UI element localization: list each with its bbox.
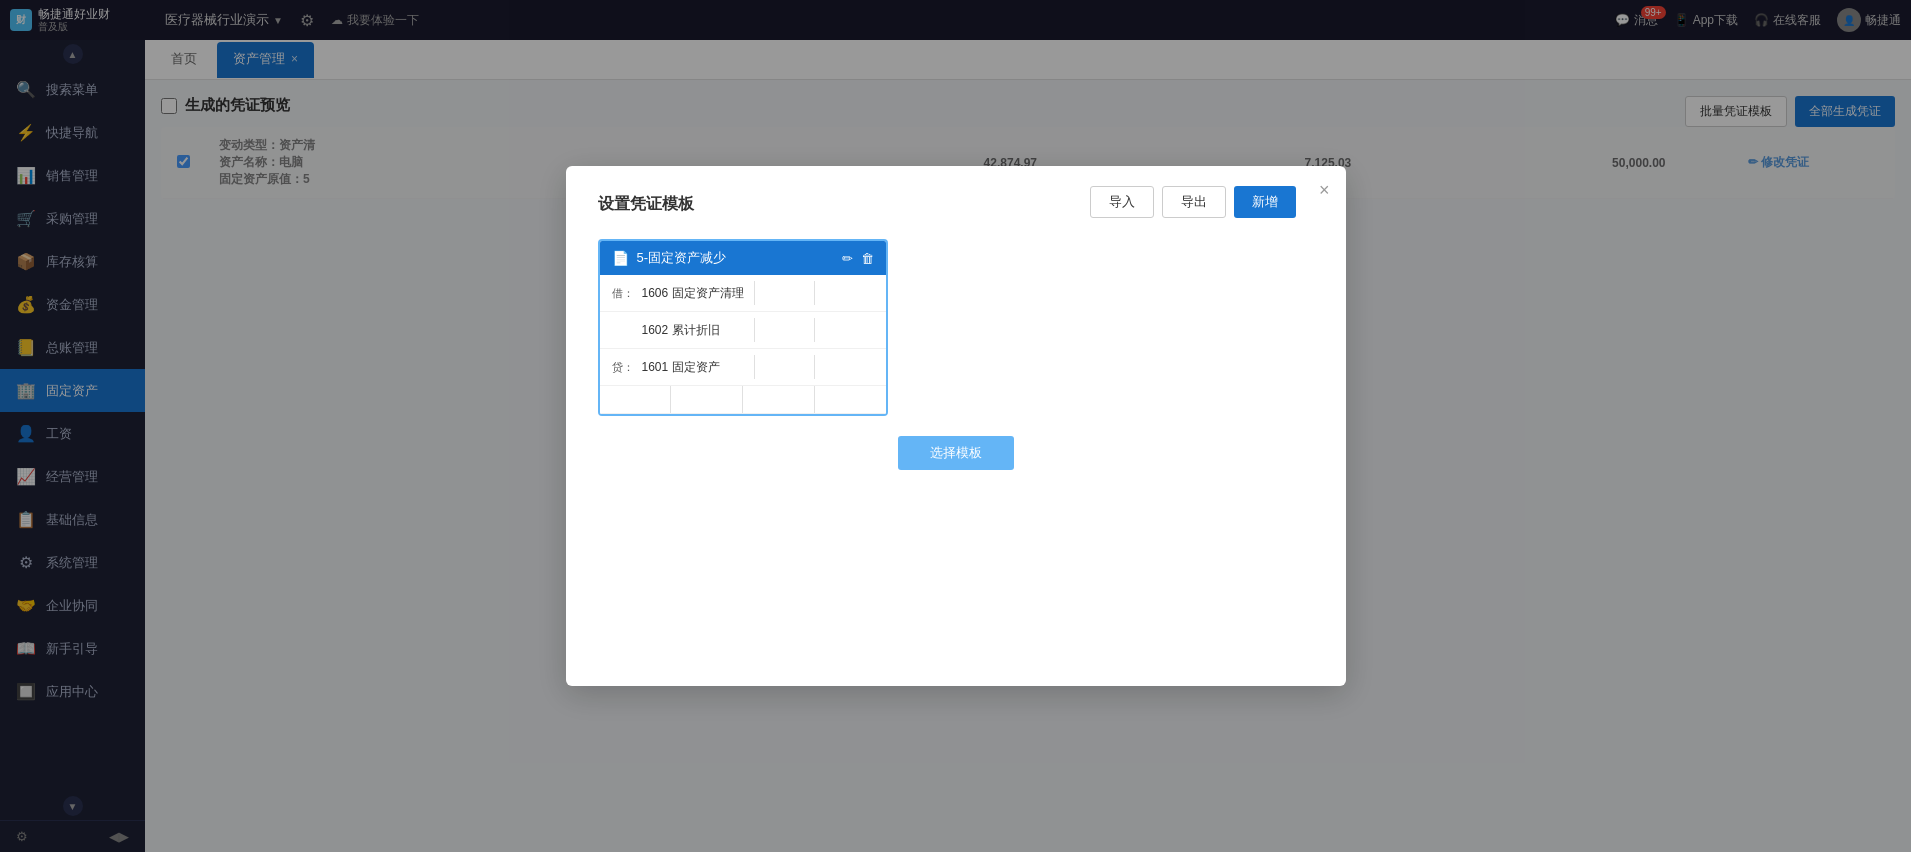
- empty-col-1: [600, 386, 672, 413]
- template-doc-icon: 📄: [612, 250, 629, 266]
- import-button[interactable]: 导入: [1090, 186, 1154, 218]
- template-entry-3: 贷： 1601 固定资产: [600, 349, 886, 386]
- entry-col-credit-3: [814, 355, 874, 379]
- entry-col-credit-1: [814, 281, 874, 305]
- modal-dialog: 设置凭证模板 × 导入 导出 新增 📄 5-固定资产减少 ✏ 🗑 借： 160: [566, 166, 1346, 686]
- export-button[interactable]: 导出: [1162, 186, 1226, 218]
- modal-actions: 导入 导出 新增: [1090, 186, 1296, 218]
- empty-col-4: [815, 386, 886, 413]
- entry-account-1: 1606 固定资产清理: [642, 285, 754, 302]
- template-card-actions: ✏ 🗑: [842, 251, 874, 266]
- empty-col-3: [743, 386, 815, 413]
- entry-col-debit-3: [754, 355, 814, 379]
- delete-template-icon[interactable]: 🗑: [861, 251, 874, 266]
- entry-account-2: 1602 累计折旧: [642, 322, 754, 339]
- entry-account-3: 1601 固定资产: [642, 359, 754, 376]
- entry-col-debit-2: [754, 318, 814, 342]
- template-entry-2: 1602 累计折旧: [600, 312, 886, 349]
- entry-cols-2: [754, 318, 874, 342]
- entry-direction-1: 借：: [612, 286, 642, 301]
- modal-close-button[interactable]: ×: [1319, 180, 1330, 201]
- template-body: 借： 1606 固定资产清理 1602 累计折旧 贷：: [600, 275, 886, 414]
- template-card-header: 📄 5-固定资产减少 ✏ 🗑: [600, 241, 886, 275]
- select-template-button[interactable]: 选择模板: [898, 436, 1014, 470]
- template-name: 5-固定资产减少: [637, 249, 834, 267]
- entry-direction-3: 贷：: [612, 360, 642, 375]
- new-template-button[interactable]: 新增: [1234, 186, 1296, 218]
- template-entry-1: 借： 1606 固定资产清理: [600, 275, 886, 312]
- entry-cols-3: [754, 355, 874, 379]
- empty-col-2: [671, 386, 743, 413]
- template-empty-row: [600, 386, 886, 414]
- entry-cols-1: [754, 281, 874, 305]
- entry-col-credit-2: [814, 318, 874, 342]
- template-card: 📄 5-固定资产减少 ✏ 🗑 借： 1606 固定资产清理: [598, 239, 888, 416]
- modal-overlay: 设置凭证模板 × 导入 导出 新增 📄 5-固定资产减少 ✏ 🗑 借： 160: [0, 0, 1911, 852]
- entry-col-debit-1: [754, 281, 814, 305]
- edit-template-icon[interactable]: ✏: [842, 251, 853, 266]
